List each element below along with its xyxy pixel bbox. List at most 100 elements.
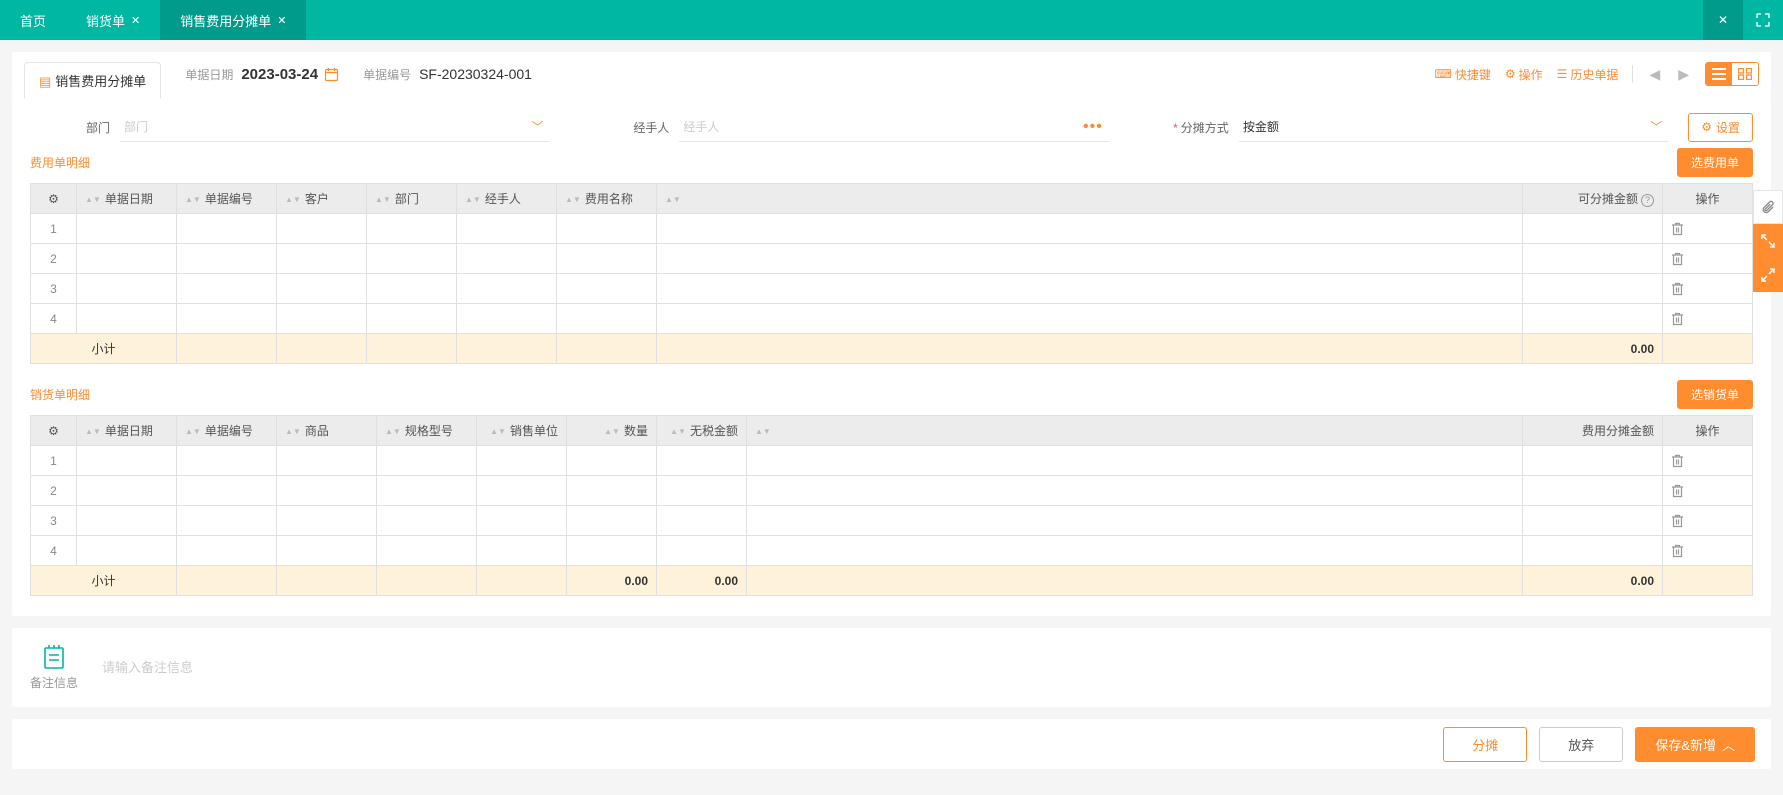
agent-input[interactable]: 经手人 ••• (679, 112, 1108, 142)
sort-icon: ▲▼ (755, 429, 771, 434)
doc-type-tab[interactable]: ▤销售费用分摊单 (24, 62, 161, 98)
fee-subtotal-row: 小计 0.00 (31, 334, 1753, 364)
row-number: 2 (31, 476, 77, 506)
col-operation: 操作 (1663, 416, 1753, 446)
col-notax[interactable]: ▲▼无税金额 (657, 416, 747, 446)
col-blank[interactable]: ▲▼ (747, 416, 1523, 446)
col-date[interactable]: ▲▼单据日期 (77, 184, 177, 214)
chevron-down-icon: ﹀ (531, 118, 543, 135)
remarks-input[interactable] (102, 660, 1753, 675)
table-row[interactable]: 3 (31, 274, 1753, 304)
table-row[interactable]: 4 (31, 304, 1753, 334)
table-settings-icon[interactable]: ⚙ (31, 184, 77, 214)
delete-icon[interactable] (1671, 544, 1744, 558)
col-alloc[interactable]: 费用分摊金额 (1523, 416, 1663, 446)
note-icon (42, 644, 66, 670)
operation-link[interactable]: ⚙操作 (1505, 66, 1543, 83)
date-label: 单据日期 (185, 66, 233, 83)
table-settings-icon[interactable]: ⚙ (31, 416, 77, 446)
sort-icon: ▲▼ (385, 429, 401, 434)
next-arrow-icon[interactable]: ▶ (1676, 66, 1691, 83)
date-value[interactable]: 2023-03-24 (241, 66, 318, 83)
dept-field: 部门 部门 ﹀ (30, 112, 549, 142)
tab-allocation[interactable]: 销售费用分摊单✕ (160, 0, 306, 40)
col-feename[interactable]: ▲▼费用名称 (557, 184, 657, 214)
history-link[interactable]: ☰历史单据 (1557, 66, 1619, 83)
table-row[interactable]: 4 (31, 536, 1753, 566)
fee-detail-table: ⚙ ▲▼单据日期 ▲▼单据编号 ▲▼客户 ▲▼部门 ▲▼经手人 ▲▼费用名称 ▲… (30, 183, 1753, 364)
delete-icon[interactable] (1671, 514, 1744, 528)
view-grid-button[interactable] (1732, 63, 1758, 85)
col-docno[interactable]: ▲▼单据编号 (177, 184, 277, 214)
delete-icon[interactable] (1671, 282, 1744, 296)
list-icon: ☰ (1557, 67, 1568, 81)
table-row[interactable]: 2 (31, 244, 1753, 274)
sort-icon: ▲▼ (85, 197, 101, 202)
delete-icon[interactable] (1671, 484, 1744, 498)
row-number: 1 (31, 214, 77, 244)
table-row[interactable]: 2 (31, 476, 1753, 506)
help-icon[interactable]: ? (1641, 194, 1654, 207)
col-docno[interactable]: ▲▼单据编号 (177, 416, 277, 446)
sort-icon: ▲▼ (465, 197, 481, 202)
dept-input[interactable]: 部门 ﹀ (120, 112, 549, 142)
gear-icon: ⚙ (1505, 67, 1516, 81)
select-sales-button[interactable]: 选销货单 (1677, 380, 1753, 409)
delete-icon[interactable] (1671, 222, 1744, 236)
attachment-button[interactable] (1753, 190, 1783, 224)
view-toggle (1705, 62, 1759, 86)
sales-detail-title: 销货单明细 (30, 386, 90, 403)
document-icon: ▤ (39, 74, 51, 89)
col-dept[interactable]: ▲▼部门 (367, 184, 457, 214)
close-app-button[interactable]: ✕ (1703, 0, 1743, 40)
view-list-button[interactable] (1706, 63, 1732, 85)
sort-icon: ▲▼ (375, 197, 391, 202)
expand-button-1[interactable] (1753, 224, 1783, 258)
sort-icon: ▲▼ (85, 429, 101, 434)
col-amount[interactable]: 可分摊金额? (1523, 184, 1663, 214)
row-number: 2 (31, 244, 77, 274)
row-number: 4 (31, 536, 77, 566)
col-date[interactable]: ▲▼单据日期 (77, 416, 177, 446)
header-bar: ▤销售费用分摊单 单据日期 2023-03-24 单据编号 SF-2023032… (12, 52, 1771, 96)
col-blank[interactable]: ▲▼ (657, 184, 1523, 214)
sort-icon: ▲▼ (670, 429, 686, 434)
table-row[interactable]: 3 (31, 506, 1753, 536)
tab-sales[interactable]: 销货单✕ (66, 0, 160, 40)
col-spec[interactable]: ▲▼规格型号 (377, 416, 477, 446)
close-icon[interactable]: ✕ (131, 14, 140, 27)
method-label: *分摊方式 (1149, 119, 1239, 136)
allocate-button[interactable]: 分摊 (1443, 727, 1527, 762)
expand-button-2[interactable] (1753, 258, 1783, 292)
col-product[interactable]: ▲▼商品 (277, 416, 377, 446)
select-fee-button[interactable]: 选费用单 (1677, 148, 1753, 177)
fullscreen-button[interactable] (1743, 0, 1783, 40)
calendar-icon[interactable] (324, 67, 339, 82)
form-panel: 部门 部门 ﹀ 经手人 经手人 ••• *分摊方式 按金额 ﹀ ⚙设置 费用单明… (12, 96, 1771, 616)
method-select[interactable]: 按金额 ﹀ (1239, 112, 1668, 142)
delete-icon[interactable] (1671, 252, 1744, 266)
sort-icon: ▲▼ (185, 197, 201, 202)
shortcut-link[interactable]: ⌨快捷键 (1435, 66, 1491, 83)
col-customer[interactable]: ▲▼客户 (277, 184, 367, 214)
settings-button[interactable]: ⚙设置 (1688, 113, 1753, 142)
row-number: 3 (31, 274, 77, 304)
dept-label: 部门 (30, 119, 120, 136)
delete-icon[interactable] (1671, 312, 1744, 326)
col-unit[interactable]: ▲▼销售单位 (477, 416, 567, 446)
save-new-button[interactable]: 保存&新增︿ (1635, 727, 1755, 762)
fee-subtotal-amount: 0.00 (1523, 334, 1663, 364)
sales-detail-table: ⚙ ▲▼单据日期 ▲▼单据编号 ▲▼商品 ▲▼规格型号 ▲▼销售单位 ▲▼数量 … (30, 415, 1753, 596)
delete-icon[interactable] (1671, 454, 1744, 468)
close-icon[interactable]: ✕ (277, 14, 286, 27)
table-row[interactable]: 1 (31, 446, 1753, 476)
chevron-up-icon: ︿ (1722, 735, 1735, 754)
tab-home[interactable]: 首页 (0, 0, 66, 40)
sales-subtotal-row: 小计 0.00 0.00 0.00 (31, 566, 1753, 596)
prev-arrow-icon[interactable]: ◀ (1647, 66, 1662, 83)
sort-icon: ▲▼ (285, 429, 301, 434)
col-qty[interactable]: ▲▼数量 (567, 416, 657, 446)
col-agent[interactable]: ▲▼经手人 (457, 184, 557, 214)
discard-button[interactable]: 放弃 (1539, 727, 1623, 762)
table-row[interactable]: 1 (31, 214, 1753, 244)
